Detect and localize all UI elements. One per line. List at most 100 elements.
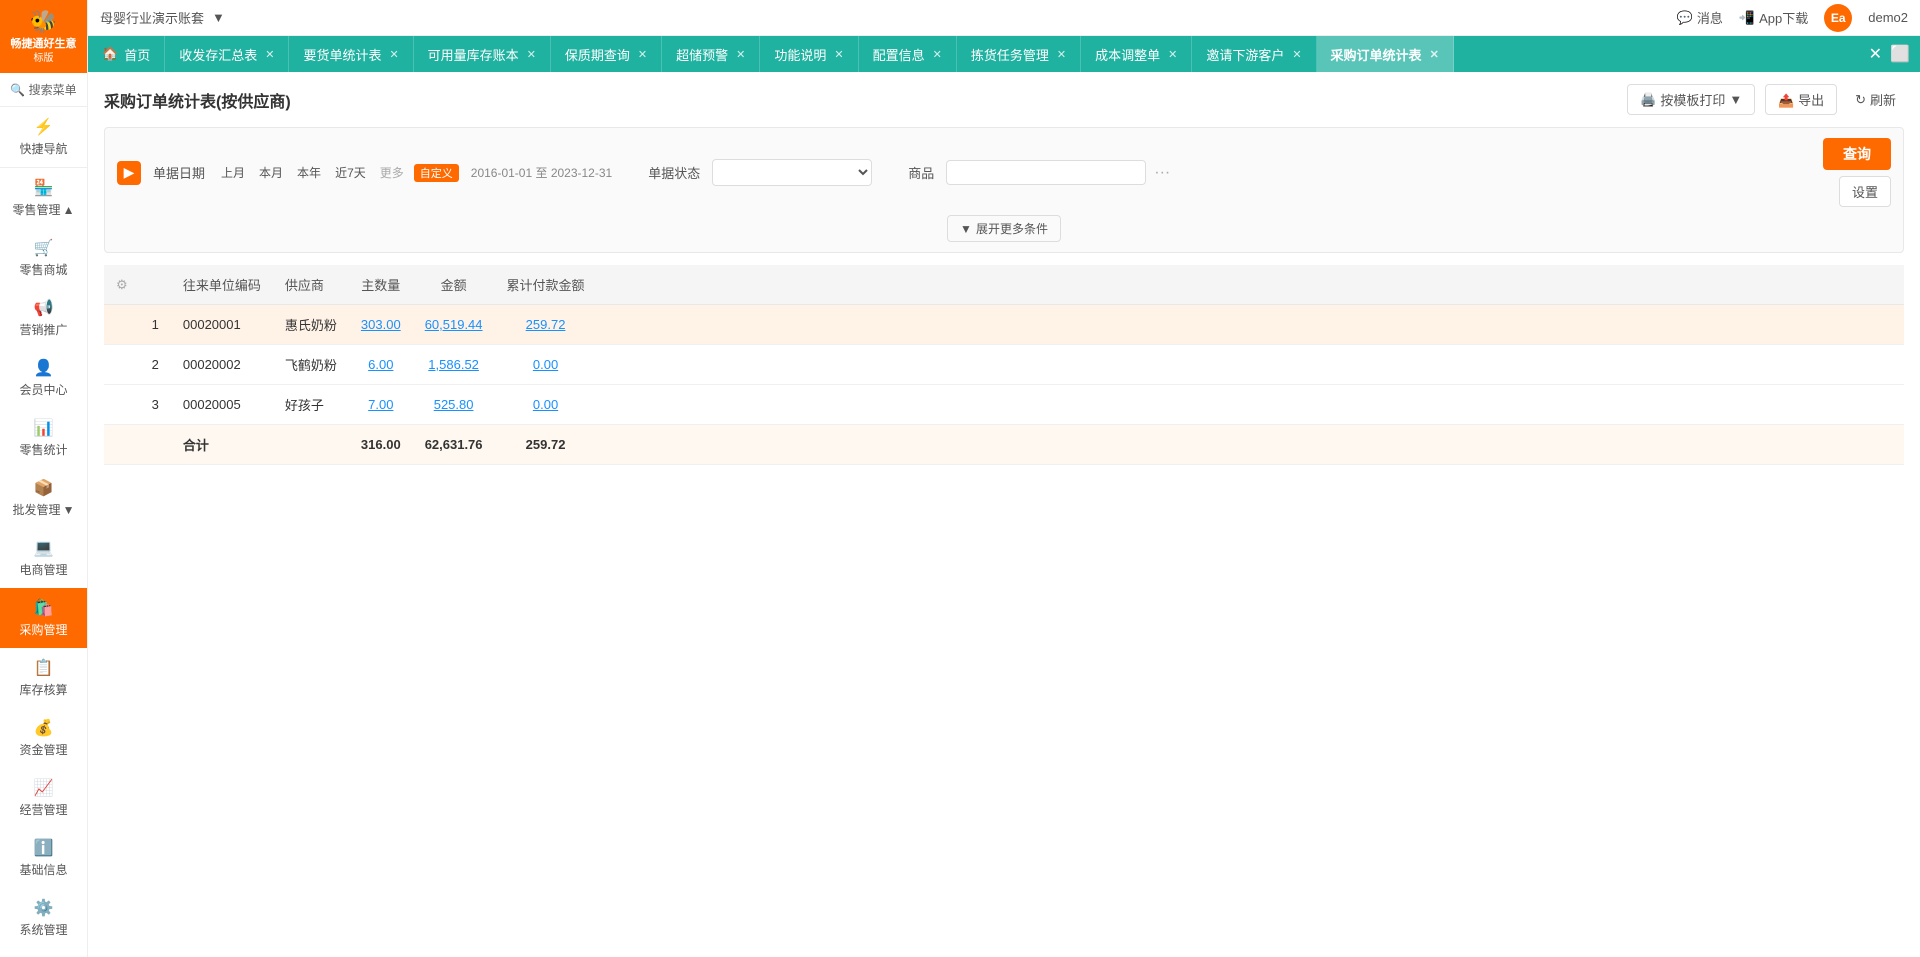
tab-yaoqing-close[interactable]: ✕	[1292, 48, 1301, 61]
footer-supplier-empty	[273, 425, 349, 465]
megaphone-icon: 📢	[34, 298, 54, 318]
row-no-2: 3	[140, 385, 171, 425]
quick-nav-label: 快捷导航	[19, 140, 67, 157]
app-download-btn[interactable]: 📲 App下载	[1739, 8, 1808, 27]
expand-icon: ▼	[960, 222, 972, 236]
purchase-label: 采购管理	[19, 621, 67, 638]
sidebar-item-retail-stats[interactable]: 📊 零售统计	[0, 408, 87, 468]
query-button[interactable]: 查询	[1823, 138, 1891, 170]
sidebar-item-sys-mgmt[interactable]: ⚙️ 系统管理	[0, 888, 87, 948]
tab-paihuorenwu-close[interactable]: ✕	[1057, 48, 1066, 61]
tab-peizhi[interactable]: 配置信息 ✕	[859, 36, 957, 72]
refresh-button[interactable]: ↻ 刷新	[1847, 85, 1904, 114]
sidebar-item-zero-retail[interactable]: 🏪 零售管理 ▲	[0, 168, 87, 228]
tab-shoufahuizong[interactable]: 收发存汇总表 ✕	[165, 36, 289, 72]
tab-shoufahuizong-close[interactable]: ✕	[265, 48, 274, 61]
goods-filter-label: 商品	[908, 163, 934, 182]
tab-paihuorenwu[interactable]: 拣货任务管理 ✕	[957, 36, 1081, 72]
row-amount-2[interactable]: 525.80	[413, 385, 495, 425]
sidebar-item-member-center[interactable]: 👤 会员中心	[0, 348, 87, 408]
sidebar-item-inventory[interactable]: 📋 库存核算	[0, 648, 87, 708]
table-body: 1 00020001 惠氏奶粉 303.00 60,519.44 259.72 …	[104, 305, 1904, 425]
message-btn[interactable]: 💬 消息	[1677, 8, 1723, 27]
download-icon: 📲	[1739, 10, 1755, 26]
message-label: 消息	[1697, 8, 1723, 27]
user-avatar[interactable]: Ea	[1824, 4, 1852, 32]
tab-peizhi-close[interactable]: ✕	[933, 48, 942, 61]
th-supplier: 供应商	[273, 265, 349, 305]
tab-baoxiaoqi[interactable]: 保质期查询 ✕	[551, 36, 662, 72]
row-paid-amount-2[interactable]: 0.00	[495, 385, 597, 425]
expand-more-button[interactable]: ▼ 展开更多条件	[947, 215, 1061, 242]
template-print-button[interactable]: 🖨️ 按模板打印 ▼	[1627, 84, 1755, 115]
tab-gongneng-close[interactable]: ✕	[834, 48, 843, 61]
row-main-qty-2[interactable]: 7.00	[349, 385, 413, 425]
footer-empty-2	[140, 425, 171, 465]
export-button[interactable]: 📤 导出	[1765, 84, 1837, 115]
row-amount-0[interactable]: 60,519.44	[413, 305, 495, 345]
sidebar-item-biz[interactable]: 📈 经营管理	[0, 768, 87, 828]
tab-chaochuyu[interactable]: 超储预警 ✕	[662, 36, 760, 72]
tab-yaoqing[interactable]: 邀请下游客户 ✕	[1192, 36, 1316, 72]
logo-icon: 🐝	[4, 8, 83, 37]
goods-filter-input[interactable]	[946, 160, 1146, 185]
row-main-qty-0[interactable]: 303.00	[349, 305, 413, 345]
tab-yaohuo[interactable]: 要货单统计表 ✕	[289, 36, 413, 72]
sidebar-item-purchase[interactable]: 🛍️ 采购管理	[0, 588, 87, 648]
tab-yaohuo-close[interactable]: ✕	[389, 48, 398, 61]
settings-button[interactable]: 设置	[1839, 176, 1891, 207]
sidebar-item-finance[interactable]: 💰 资金管理	[0, 708, 87, 768]
row-paid-amount-1[interactable]: 0.00	[495, 345, 597, 385]
sidebar-item-wholesale[interactable]: 📦 批发管理 ▼	[0, 468, 87, 528]
th-unit-code: 往来单位编码	[171, 265, 273, 305]
th-paid-amount: 累计付款金额	[495, 265, 597, 305]
date-this-month[interactable]: 本月	[255, 162, 287, 183]
th-settings: ⚙	[104, 265, 140, 305]
date-this-year[interactable]: 本年	[293, 162, 325, 183]
status-filter-select[interactable]	[712, 159, 872, 186]
tab-baoxiaoqi-close[interactable]: ✕	[638, 48, 647, 61]
row-amount-1[interactable]: 1,586.52	[413, 345, 495, 385]
sidebar-item-basic-info[interactable]: ℹ️ 基础信息	[0, 828, 87, 888]
table-settings-icon[interactable]: ⚙	[116, 277, 128, 292]
sidebar-item-marketing[interactable]: 📢 营销推广	[0, 288, 87, 348]
tab-chengbentiaozhen-label: 成本调整单	[1095, 45, 1160, 64]
avatar-initials: Ea	[1831, 11, 1846, 25]
chevron-down-icon: ▲	[63, 203, 75, 217]
tab-keyongliang[interactable]: 可用量库存账本 ✕	[414, 36, 551, 72]
date-more[interactable]: 更多	[376, 162, 408, 183]
sidebar-item-ecommerce[interactable]: 💻 电商管理	[0, 528, 87, 588]
sidebar-item-retail-mall[interactable]: 🛒 零售商城	[0, 228, 87, 288]
filter-toggle-button[interactable]: ▶	[117, 161, 141, 185]
footer-paid-amount: 259.72	[495, 425, 597, 465]
tab-gongneng-label: 功能说明	[774, 45, 826, 64]
date-last-month[interactable]: 上月	[217, 162, 249, 183]
tab-home[interactable]: 🏠 首页	[88, 36, 165, 72]
tab-chengbentiaozhen-close[interactable]: ✕	[1168, 48, 1177, 61]
filter-more-dots[interactable]: ···	[1154, 164, 1170, 182]
tab-close-all-icon[interactable]: ✕	[1869, 44, 1882, 64]
tab-chengbentiaozhen[interactable]: 成本调整单 ✕	[1081, 36, 1192, 72]
tab-maximize-icon[interactable]: ⬜	[1890, 44, 1910, 64]
tab-chaochuyu-close[interactable]: ✕	[736, 48, 745, 61]
search-icon: 🔍	[10, 83, 25, 97]
tab-keyongliang-close[interactable]: ✕	[527, 48, 536, 61]
page-body: 采购订单统计表(按供应商) 🖨️ 按模板打印 ▼ 📤 导出 ↻ 刷新	[88, 72, 1920, 957]
tab-gongneng[interactable]: 功能说明 ✕	[760, 36, 858, 72]
tab-caigou-active[interactable]: 采购订单统计表 ✕	[1317, 36, 1454, 72]
row-end-2	[597, 385, 1904, 425]
tab-caigou-close[interactable]: ✕	[1430, 48, 1439, 61]
sidebar-search[interactable]: 🔍 搜索菜单	[0, 73, 87, 107]
print-icon: 🖨️	[1640, 92, 1656, 108]
workspace-selector[interactable]: 母婴行业演示账套 ▼	[100, 8, 225, 27]
basic-info-label: 基础信息	[19, 861, 67, 878]
sys-mgmt-label: 系统管理	[19, 921, 67, 938]
tab-caigou-label: 采购订单统计表	[1331, 45, 1422, 64]
row-paid-amount-0[interactable]: 259.72	[495, 305, 597, 345]
row-main-qty-1[interactable]: 6.00	[349, 345, 413, 385]
date-range-display: 2016-01-01 至 2023-12-31	[471, 164, 612, 181]
sidebar-item-enterprise-collab[interactable]: 🤝 企业协同	[0, 948, 87, 957]
sidebar-item-quick-nav[interactable]: ⚡ 快捷导航	[0, 107, 87, 167]
date-last-7-days[interactable]: 近7天	[331, 162, 370, 183]
footer-end	[597, 425, 1904, 465]
